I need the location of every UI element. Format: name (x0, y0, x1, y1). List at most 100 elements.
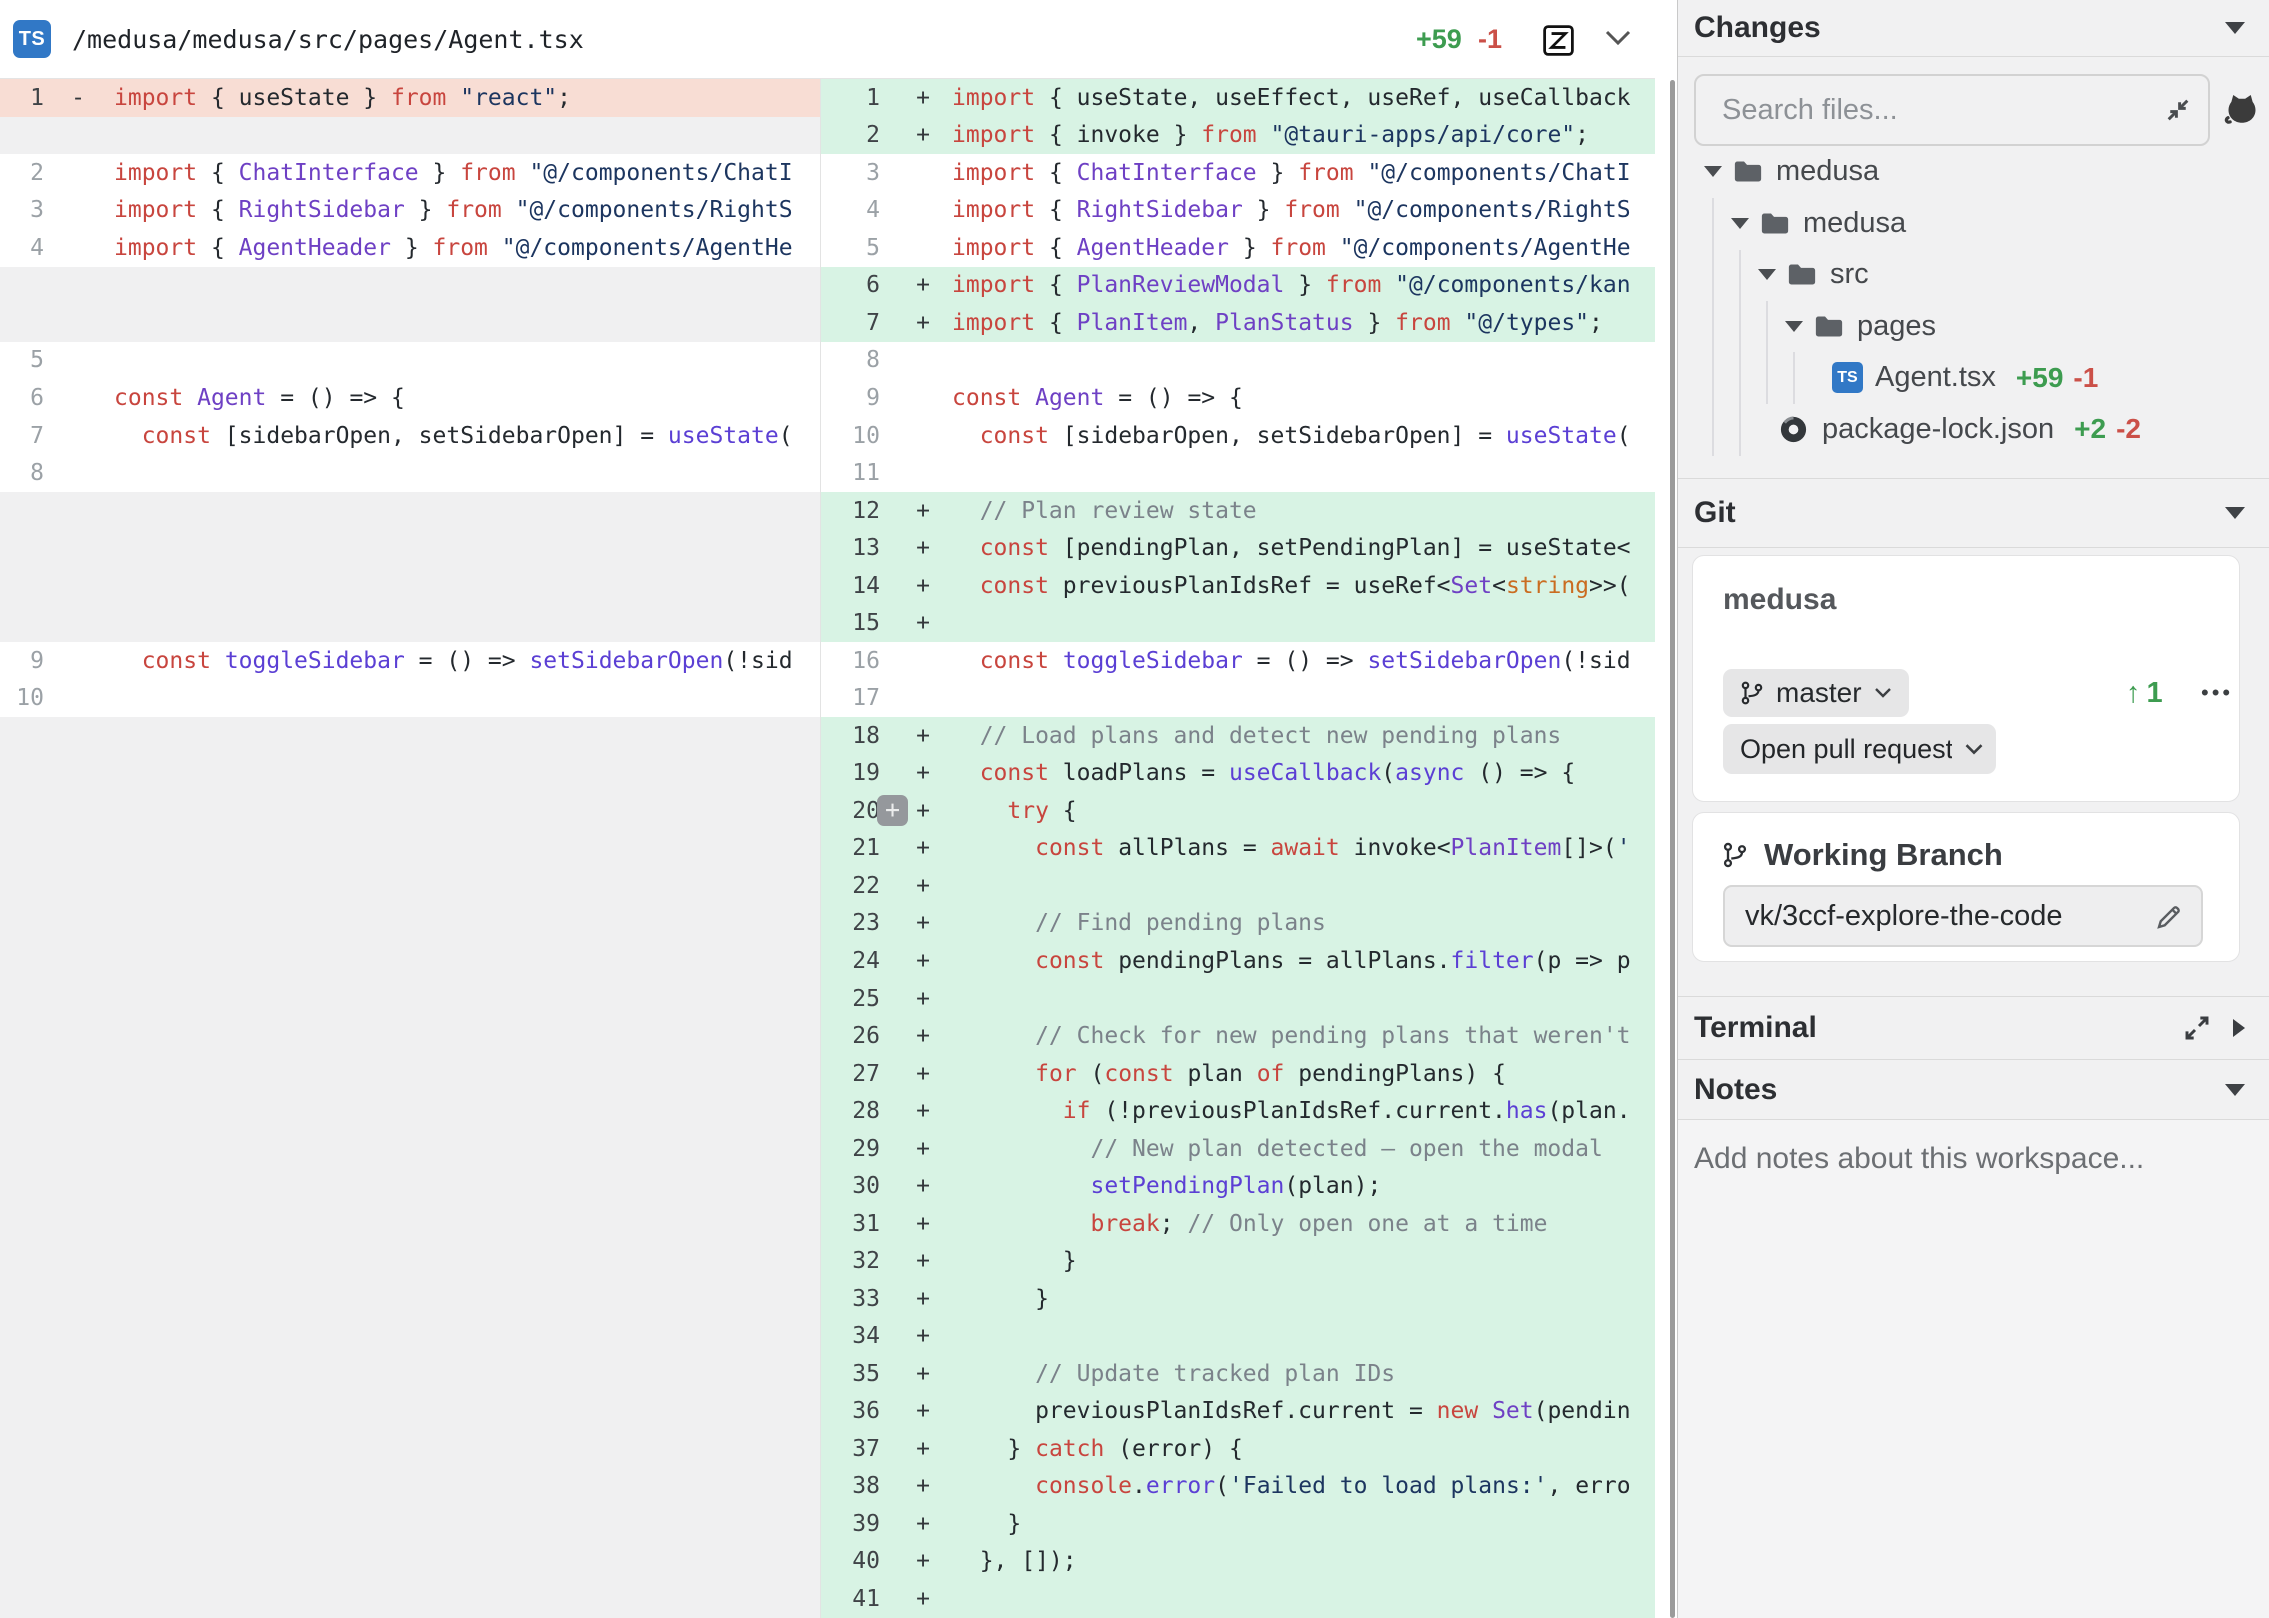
removed-lines-count: -1 (1478, 0, 1502, 79)
line-number: 2 (0, 160, 44, 186)
diff-filler-row (0, 1242, 820, 1280)
notes-body[interactable]: Add notes about this workspace... (1678, 1120, 2269, 1618)
diff-sign: + (906, 310, 940, 336)
diff-code-row: 2+import { invoke } from "@tauri-apps/ap… (821, 117, 1655, 155)
added-lines-count: +59 (1416, 0, 1462, 79)
diff-filler-row (0, 529, 820, 567)
chevron-expanded-icon[interactable] (1758, 269, 1776, 280)
expand-icon[interactable] (2181, 1012, 2213, 1044)
chevron-right-icon[interactable] (2233, 1019, 2245, 1037)
diff-code-row: 10 const [sidebarOpen, setSidebarOpen] =… (821, 417, 1655, 455)
diff-code-row: 33+ } (821, 1280, 1655, 1318)
diff-code-row: 5 (0, 342, 820, 380)
code-text: import { RightSidebar } from "@/componen… (114, 197, 793, 223)
line-number: 11 (821, 460, 880, 486)
open-pull-request-button[interactable]: Open pull request (1723, 724, 1970, 774)
diff-code-row: 13+ const [pendingPlan, setPendingPlan] … (821, 529, 1655, 567)
terminal-section-header[interactable]: Terminal (1678, 996, 2269, 1060)
tree-item-package-lock.json[interactable]: package-lock.json+2-2 (1678, 404, 2269, 456)
code-text: } (952, 1248, 1077, 1274)
code-text: import { useState, useEffect, useRef, us… (952, 85, 1631, 111)
line-number: 10 (821, 423, 880, 449)
diff-sign: + (906, 535, 940, 561)
open-pull-request-dropdown[interactable] (1952, 724, 1996, 774)
diff-code-row: 17 (821, 680, 1655, 718)
diff-left-pane: 1-import { useState } from "react"; 2 impo… (0, 79, 820, 1618)
diff-right-pane: 1+import { useState, useEffect, useRef, … (820, 79, 1655, 1618)
diff-code-row: 38+ console.error('Failed to load plans:… (821, 1468, 1655, 1506)
code-text: const previousPlanIdsRef = useRef<Set<st… (952, 573, 1631, 599)
diff-sign: + (906, 272, 940, 298)
code-text: const pendingPlans = allPlans.filter(p =… (952, 948, 1631, 974)
code-text: break; // Only open one at a time (952, 1211, 1547, 1237)
right-sidebar: Changes medusamedusasrcpagesTSAgent. (1677, 0, 2269, 1618)
code-text: const toggleSidebar = () => setSidebarOp… (952, 648, 1631, 674)
diff-filler-row (0, 867, 820, 905)
line-number: 6 (821, 272, 880, 298)
code-text: // Find pending plans (952, 910, 1326, 936)
diff-code-row: 9const Agent = () => { (821, 379, 1655, 417)
chevron-down-icon[interactable] (1603, 28, 1633, 53)
diff-filler-row (0, 1318, 820, 1356)
chevron-expanded-icon[interactable] (1731, 218, 1749, 229)
diff-code-row: 3import { ChatInterface } from "@/compon… (821, 154, 1655, 192)
diff-sign: + (906, 1061, 940, 1087)
diff-sign: + (906, 1436, 940, 1462)
tree-item-medusa[interactable]: medusa (1678, 198, 2269, 250)
diff-sign: + (906, 1473, 940, 1499)
diff-code-row: 34+ (821, 1318, 1655, 1356)
line-number: 33 (821, 1286, 880, 1312)
line-number: 3 (0, 197, 44, 223)
diff-filler-row (0, 1167, 820, 1205)
diff-sign: + (906, 1511, 940, 1537)
diff-code-row: 22+ (821, 867, 1655, 905)
diff-filler-row (0, 755, 820, 793)
folder-icon (1760, 211, 1790, 236)
line-number: 23 (821, 910, 880, 936)
github-icon[interactable] (2222, 90, 2262, 135)
branch-selector[interactable]: master (1723, 669, 1909, 717)
tree-item-medusa[interactable]: medusa (1678, 146, 2269, 198)
tree-item-src[interactable]: src (1678, 249, 2269, 301)
diff-view-mode-icon[interactable] (1540, 22, 1577, 64)
diff-filler-row (0, 304, 820, 342)
diff-filler-row (0, 267, 820, 305)
code-text: import { ChatInterface } from "@/compone… (114, 160, 793, 186)
diff-scrollbar-thumb[interactable] (1670, 80, 1675, 1618)
notes-section-header[interactable]: Notes (1678, 1060, 2269, 1120)
diff-code-row: 7 const [sidebarOpen, setSidebarOpen] = … (0, 417, 820, 455)
code-text: // Check for new pending plans that were… (952, 1023, 1631, 1049)
diff-sign: + (906, 1398, 940, 1424)
diff-code-row: 1-import { useState } from "react"; (0, 79, 820, 117)
line-number: 13 (821, 535, 880, 561)
chevron-down-icon[interactable] (2225, 1084, 2245, 1096)
working-branch-header: Working Branch (1721, 837, 2003, 873)
more-menu-icon[interactable]: ••• (2201, 669, 2233, 717)
line-number: 8 (0, 460, 44, 486)
diff-sign: + (906, 798, 940, 824)
tree-item-label: src (1830, 258, 1869, 291)
diff-code-row: 8 (821, 342, 1655, 380)
diff-code-row: 3 import { RightSidebar } from "@/compone… (0, 192, 820, 230)
changes-section-header[interactable]: Changes (1678, 0, 2269, 57)
diff-sign: + (906, 1548, 940, 1574)
working-branch-field[interactable]: vk/3ccf-explore-the-code (1723, 885, 2203, 947)
diff-code-row: 8 (0, 454, 820, 492)
diff-sign: + (906, 1173, 940, 1199)
chevron-expanded-icon[interactable] (1785, 321, 1803, 332)
diff-sign: + (906, 948, 940, 974)
line-number: 30 (821, 1173, 880, 1199)
git-section-header[interactable]: Git (1678, 478, 2269, 548)
diff-filler-row (0, 830, 820, 868)
edit-branch-icon[interactable] (2153, 901, 2185, 941)
chevron-down-icon[interactable] (2225, 22, 2245, 34)
expand-hunk-button[interactable]: + (877, 795, 908, 826)
line-number: 9 (0, 648, 44, 674)
collapse-tree-icon[interactable] (2162, 94, 2194, 131)
chevron-down-icon[interactable] (2225, 507, 2245, 519)
chevron-expanded-icon[interactable] (1704, 166, 1722, 177)
working-branch-value: vk/3ccf-explore-the-code (1745, 900, 2063, 933)
diff-sign: + (906, 1211, 940, 1237)
diff-code-row: 23+ // Find pending plans (821, 905, 1655, 943)
search-files-input[interactable] (1694, 74, 2210, 146)
